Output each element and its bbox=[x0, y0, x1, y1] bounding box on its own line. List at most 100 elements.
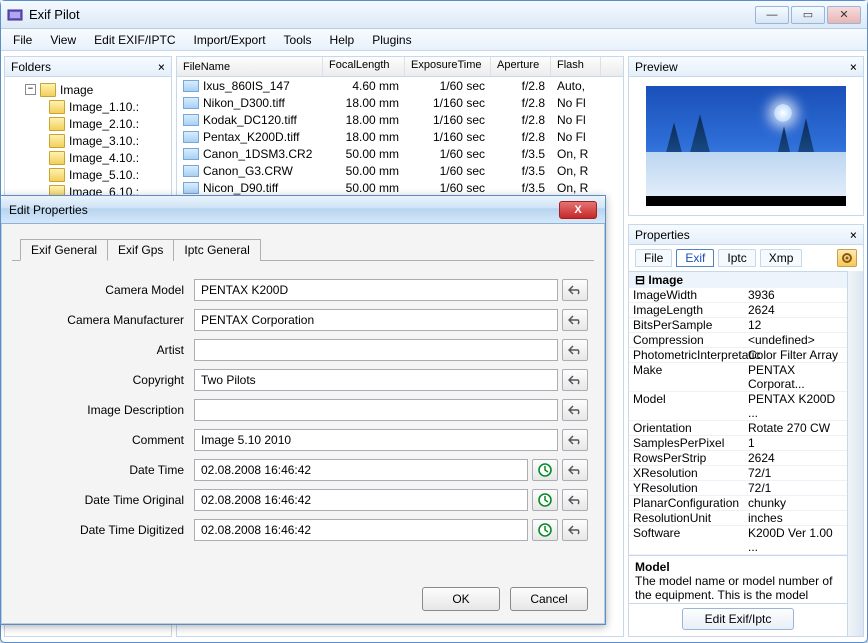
revert-button[interactable] bbox=[562, 279, 588, 301]
form-row: Date Time Digitized bbox=[18, 519, 588, 541]
ok-button[interactable]: OK bbox=[422, 587, 500, 611]
propgroup-image[interactable]: ⊟ Image bbox=[629, 272, 847, 288]
properties-options-button[interactable] bbox=[837, 249, 857, 267]
properties-scrollbar[interactable] bbox=[847, 271, 863, 636]
property-key: PhotometricInterpretatic bbox=[629, 348, 744, 362]
close-button[interactable]: ✕ bbox=[827, 6, 861, 24]
revert-button[interactable] bbox=[562, 489, 588, 511]
main-titlebar[interactable]: Exif Pilot — ▭ ✕ bbox=[1, 1, 867, 29]
property-row[interactable]: PlanarConfigurationchunky bbox=[629, 496, 847, 511]
cell-flash: No Fl bbox=[551, 96, 601, 110]
revert-button[interactable] bbox=[562, 429, 588, 451]
undo-icon bbox=[568, 465, 582, 475]
maximize-button[interactable]: ▭ bbox=[791, 6, 825, 24]
property-row[interactable]: Compression<undefined> bbox=[629, 333, 847, 348]
menu-plugins[interactable]: Plugins bbox=[364, 31, 419, 49]
field-input-7[interactable] bbox=[194, 489, 528, 511]
tree-item[interactable]: Image_3.10.: bbox=[7, 132, 169, 149]
menu-file[interactable]: File bbox=[5, 31, 40, 49]
edit-exif-button[interactable]: Edit Exif/Iptc bbox=[682, 608, 795, 630]
property-row[interactable]: ResolutionUnitinches bbox=[629, 511, 847, 526]
field-input-4[interactable] bbox=[194, 399, 558, 421]
col-aperture[interactable]: Aperture bbox=[491, 57, 551, 76]
menu-view[interactable]: View bbox=[42, 31, 84, 49]
tree-item[interactable]: Image_4.10.: bbox=[7, 149, 169, 166]
menu-import[interactable]: Import/Export bbox=[186, 31, 274, 49]
tree-item[interactable]: Image_5.10.: bbox=[7, 166, 169, 183]
folders-close-icon[interactable]: × bbox=[158, 60, 165, 74]
property-row[interactable]: SoftwareK200D Ver 1.00 ... bbox=[629, 526, 847, 555]
tab-exif[interactable]: Exif bbox=[676, 249, 714, 267]
field-input-5[interactable] bbox=[194, 429, 558, 451]
datetime-picker-button[interactable] bbox=[532, 489, 558, 511]
collapse-icon[interactable]: − bbox=[25, 84, 36, 95]
table-row[interactable]: Pentax_K200D.tiff18.00 mm1/160 secf/2.8N… bbox=[177, 128, 623, 145]
field-input-0[interactable] bbox=[194, 279, 558, 301]
property-row[interactable]: ModelPENTAX K200D ... bbox=[629, 392, 847, 421]
datetime-picker-button[interactable] bbox=[532, 459, 558, 481]
table-row[interactable]: Ixus_860IS_1474.60 mm1/60 secf/2.8Auto, bbox=[177, 77, 623, 94]
tree-item-label: Image_2.10.: bbox=[69, 117, 139, 131]
col-flash[interactable]: Flash bbox=[551, 57, 601, 76]
folder-tree[interactable]: − Image Image_1.10.: Image_2.10.:Image_3.… bbox=[5, 77, 171, 204]
property-row[interactable]: BitsPerSample12 bbox=[629, 318, 847, 333]
tab-file[interactable]: File bbox=[635, 249, 672, 267]
revert-button[interactable] bbox=[562, 519, 588, 541]
cell-focallength: 50.00 mm bbox=[323, 164, 405, 178]
revert-button[interactable] bbox=[562, 369, 588, 391]
menu-help[interactable]: Help bbox=[322, 31, 363, 49]
filelist-header[interactable]: FileName FocalLength ExposureTime Apertu… bbox=[177, 57, 623, 77]
menu-tools[interactable]: Tools bbox=[276, 31, 320, 49]
property-row[interactable]: XResolution72/1 bbox=[629, 466, 847, 481]
dialog-titlebar[interactable]: Edit Properties X bbox=[1, 196, 605, 224]
property-row[interactable]: PhotometricInterpretaticColor Filter Arr… bbox=[629, 348, 847, 363]
form-row: Image Description bbox=[18, 399, 588, 421]
menu-edit[interactable]: Edit EXIF/IPTC bbox=[86, 31, 183, 49]
preview-close-icon[interactable]: × bbox=[850, 60, 857, 74]
table-row[interactable]: Nikon_D300.tiff18.00 mm1/160 secf/2.8No … bbox=[177, 94, 623, 111]
col-exposuretime[interactable]: ExposureTime bbox=[405, 57, 491, 76]
datetime-picker-button[interactable] bbox=[532, 519, 558, 541]
property-row[interactable]: MakePENTAX Corporat... bbox=[629, 363, 847, 392]
property-row[interactable]: SamplesPerPixel1 bbox=[629, 436, 847, 451]
dlg-tab-exif-general[interactable]: Exif General bbox=[20, 239, 108, 261]
properties-close-icon[interactable]: × bbox=[850, 228, 857, 242]
dialog-close-button[interactable]: X bbox=[559, 201, 597, 219]
table-row[interactable]: Nicon_D90.tiff50.00 mm1/60 secf/3.5On, R bbox=[177, 179, 623, 196]
preview-panel: Preview × bbox=[628, 56, 864, 216]
tree-item-label: Image_1.10.: bbox=[69, 100, 139, 114]
table-row[interactable]: Canon_1DSM3.CR250.00 mm1/60 secf/3.5On, … bbox=[177, 145, 623, 162]
field-input-8[interactable] bbox=[194, 519, 528, 541]
col-filename[interactable]: FileName bbox=[177, 57, 323, 76]
field-input-1[interactable] bbox=[194, 309, 558, 331]
property-value: PENTAX Corporat... bbox=[744, 363, 847, 391]
table-row[interactable]: Kodak_DC120.tiff18.00 mm1/160 secf/2.8No… bbox=[177, 111, 623, 128]
property-row[interactable]: YResolution72/1 bbox=[629, 481, 847, 496]
tree-item[interactable]: Image_2.10.: bbox=[7, 115, 169, 132]
dlg-tab-exif-gps[interactable]: Exif Gps bbox=[107, 239, 174, 261]
properties-title: Properties bbox=[635, 228, 690, 242]
tab-iptc[interactable]: Iptc bbox=[718, 249, 755, 267]
tab-xmp[interactable]: Xmp bbox=[760, 249, 803, 267]
tree-item[interactable]: Image_1.10.: bbox=[7, 98, 169, 115]
cell-flash: Auto, bbox=[551, 79, 601, 93]
property-row[interactable]: OrientationRotate 270 CW bbox=[629, 421, 847, 436]
property-row[interactable]: ImageLength2624 bbox=[629, 303, 847, 318]
col-focallength[interactable]: FocalLength bbox=[323, 57, 405, 76]
revert-button[interactable] bbox=[562, 339, 588, 361]
revert-button[interactable] bbox=[562, 309, 588, 331]
cancel-button[interactable]: Cancel bbox=[510, 587, 588, 611]
form-row: Camera Model bbox=[18, 279, 588, 301]
field-label: Camera Manufacturer bbox=[18, 313, 194, 327]
table-row[interactable]: Canon_G3.CRW50.00 mm1/60 secf/3.5On, R bbox=[177, 162, 623, 179]
dlg-tab-iptc-general[interactable]: Iptc General bbox=[173, 239, 260, 261]
revert-button[interactable] bbox=[562, 399, 588, 421]
field-input-2[interactable] bbox=[194, 339, 558, 361]
field-input-6[interactable] bbox=[194, 459, 528, 481]
property-row[interactable]: ImageWidth3936 bbox=[629, 288, 847, 303]
field-input-3[interactable] bbox=[194, 369, 558, 391]
tree-root[interactable]: − Image bbox=[7, 81, 169, 98]
revert-button[interactable] bbox=[562, 459, 588, 481]
minimize-button[interactable]: — bbox=[755, 6, 789, 24]
property-row[interactable]: RowsPerStrip2624 bbox=[629, 451, 847, 466]
